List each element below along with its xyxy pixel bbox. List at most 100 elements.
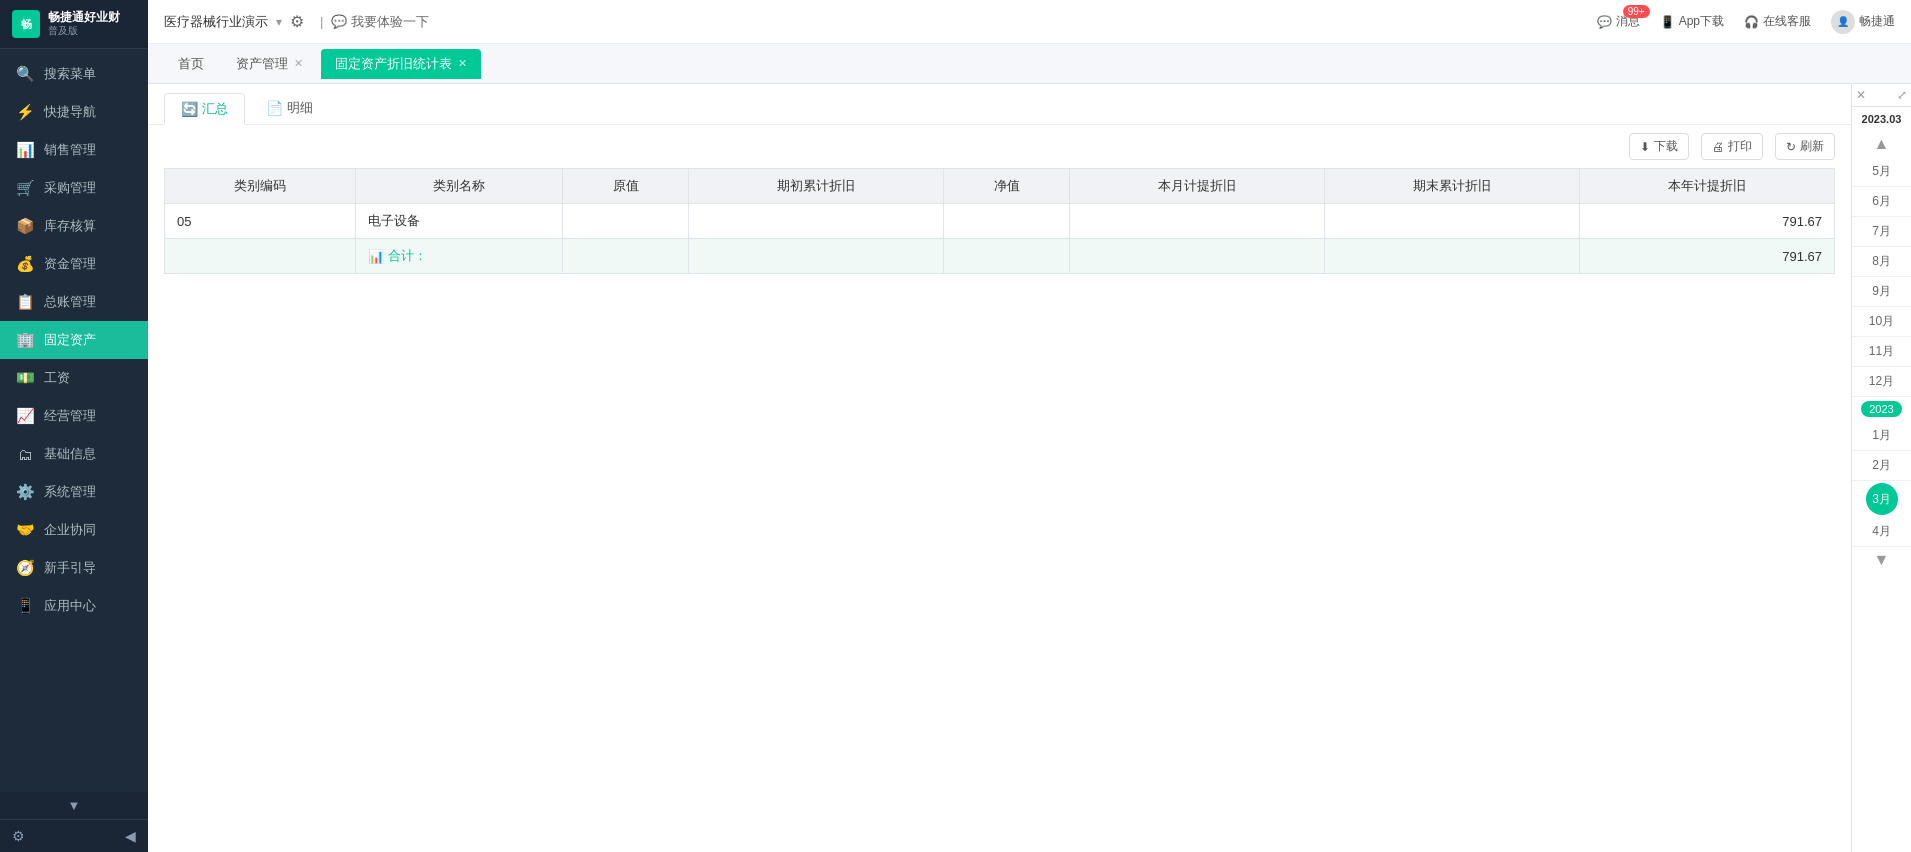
app-download-button[interactable]: 📱 App下载 (1660, 13, 1724, 30)
date-item-7[interactable]: 7月 (1852, 217, 1911, 247)
sidebar-item-quicknav[interactable]: ⚡ 快捷导航 (0, 93, 148, 131)
col-ending-accumulated: 期末累计折旧 (1325, 169, 1580, 204)
inner-content: 🔄 汇总 📄 明细 ⬇ 下载 🖨 打印 ↻ (148, 84, 1911, 852)
sidebar-item-guide[interactable]: 🧭 新手引导 (0, 549, 148, 587)
experience-button[interactable]: 💬 我要体验一下 (331, 13, 429, 31)
quicknav-icon: ⚡ (16, 103, 34, 121)
sidebar-nav: 🔍 搜索菜单 ⚡ 快捷导航 📊 销售管理 🛒 采购管理 📦 库存核算 💰 资金管… (0, 49, 148, 792)
search-icon: 🔍 (16, 65, 34, 83)
sub-tab-summary[interactable]: 🔄 汇总 (164, 93, 245, 125)
sidebar-item-ledger[interactable]: 📋 总账管理 (0, 283, 148, 321)
refresh-button[interactable]: ↻ 刷新 (1775, 133, 1835, 160)
table-header-row: 类别编码 类别名称 原值 期初累计折旧 净值 本月计提折旧 期末累计折旧 本年计… (165, 169, 1835, 204)
table-summary-row: 📊 合计： 791.67 (165, 239, 1835, 274)
tab-asset-mgmt-close[interactable]: ✕ (294, 57, 303, 70)
sidebar-item-label: 搜索菜单 (44, 65, 96, 83)
cell-name: 电子设备 (355, 204, 563, 239)
summary-annual-depreciation: 791.67 (1580, 239, 1835, 274)
operations-icon: 📈 (16, 407, 34, 425)
sidebar-item-basic[interactable]: 🗂 基础信息 (0, 435, 148, 473)
sidebar-item-search[interactable]: 🔍 搜索菜单 (0, 55, 148, 93)
online-service-button[interactable]: 🎧 在线客服 (1744, 13, 1811, 30)
settings-icon[interactable]: ⚙ (12, 828, 25, 844)
sidebar-scroll-down[interactable]: ▼ (0, 792, 148, 819)
fixed-icon: 🏢 (16, 331, 34, 349)
col-monthly-depreciation: 本月计提折旧 (1070, 169, 1325, 204)
download-icon: ⬇ (1640, 140, 1650, 154)
sub-tab-detail[interactable]: 📄 明细 (249, 92, 330, 124)
sidebar-item-sales[interactable]: 📊 销售管理 (0, 131, 148, 169)
inventory-icon: 📦 (16, 217, 34, 235)
topbar: 医疗器械行业演示 ▾ ⚙ | 💬 我要体验一下 💬 消息 99+ 📱 App下载… (148, 0, 1911, 44)
download-button[interactable]: ⬇ 下载 (1629, 133, 1689, 160)
tab-fixed-asset-depreciation[interactable]: 固定资产折旧统计表 ✕ (321, 49, 481, 79)
sidebar-item-label: 快捷导航 (44, 103, 96, 121)
table-wrap: 类别编码 类别名称 原值 期初累计折旧 净值 本月计提折旧 期末累计折旧 本年计… (148, 168, 1851, 852)
funds-icon: 💰 (16, 255, 34, 273)
username: 畅捷通 (1859, 13, 1895, 30)
sidebar-footer: ⚙ ◀ (0, 819, 148, 852)
sidebar-item-inventory[interactable]: 📦 库存核算 (0, 207, 148, 245)
date-item-9[interactable]: 9月 (1852, 277, 1911, 307)
date-item-5[interactable]: 5月 (1852, 157, 1911, 187)
date-item-11[interactable]: 11月 (1852, 337, 1911, 367)
sidebar-item-label: 库存核算 (44, 217, 96, 235)
date-item-1[interactable]: 1月 (1852, 421, 1911, 451)
tab-asset-mgmt[interactable]: 资产管理 ✕ (222, 49, 317, 79)
date-panel-header: 2023.03 (1858, 107, 1906, 131)
print-button[interactable]: 🖨 打印 (1701, 133, 1763, 160)
cell-original-value (563, 204, 689, 239)
date-panel-down[interactable]: ▼ (1870, 547, 1894, 573)
cell-beginning-accumulated (689, 204, 944, 239)
basic-icon: 🗂 (16, 446, 34, 463)
sidebar-header: 畅 畅捷通好业财 普及版 (0, 0, 148, 49)
topbar-settings-icon[interactable]: ⚙ (290, 12, 304, 31)
date-item-10[interactable]: 10月 (1852, 307, 1911, 337)
sidebar-item-operations[interactable]: 📈 经营管理 (0, 397, 148, 435)
avatar: 👤 (1831, 10, 1855, 34)
panel-close-button[interactable]: ✕ (1856, 88, 1866, 102)
summary-label-cell (165, 239, 356, 274)
messages-icon: 💬 (1597, 15, 1612, 29)
sidebar-item-funds[interactable]: 💰 资金管理 (0, 245, 148, 283)
sidebar-item-system[interactable]: ⚙️ 系统管理 (0, 473, 148, 511)
sidebar-item-label: 固定资产 (44, 331, 96, 349)
collapse-icon[interactable]: ◀ (125, 828, 136, 844)
date-item-6[interactable]: 6月 (1852, 187, 1911, 217)
experience-label: 我要体验一下 (351, 13, 429, 31)
date-item-3-active[interactable]: 3月 (1866, 483, 1898, 515)
panel-expand-button[interactable]: ⤢ (1897, 88, 1907, 102)
date-item-2[interactable]: 2月 (1852, 451, 1911, 481)
app-title: 畅捷通好业财 (48, 10, 120, 24)
col-original-value: 原值 (563, 169, 689, 204)
col-code: 类别编码 (165, 169, 356, 204)
date-item-4[interactable]: 4月 (1852, 517, 1911, 547)
tab-fixed-asset-close[interactable]: ✕ (458, 57, 467, 70)
toolbar: ⬇ 下载 🖨 打印 ↻ 刷新 (148, 125, 1851, 168)
summary-beginning-accumulated (689, 239, 944, 274)
date-item-8[interactable]: 8月 (1852, 247, 1911, 277)
messages-button[interactable]: 💬 消息 99+ (1597, 13, 1640, 30)
tab-home-label: 首页 (178, 55, 204, 73)
sidebar-item-apps[interactable]: 📱 应用中心 (0, 587, 148, 625)
summary-label: 📊 合计： (355, 239, 563, 274)
sidebar-item-salary[interactable]: 💵 工资 (0, 359, 148, 397)
print-icon: 🖨 (1712, 140, 1724, 154)
sidebar-item-enterprise[interactable]: 🤝 企业协同 (0, 511, 148, 549)
tabs-bar: 首页 资产管理 ✕ 固定资产折旧统计表 ✕ (148, 44, 1911, 84)
date-panel-up[interactable]: ▲ (1870, 131, 1894, 157)
date-item-12[interactable]: 12月 (1852, 367, 1911, 397)
cell-annual-depreciation: 791.67 (1580, 204, 1835, 239)
sidebar-item-label: 总账管理 (44, 293, 96, 311)
sidebar-item-label: 基础信息 (44, 445, 96, 463)
messages-badge: 99+ (1623, 5, 1650, 18)
tab-home[interactable]: 首页 (164, 49, 218, 79)
sidebar-item-fixed[interactable]: 🏢 固定资产 (0, 321, 148, 359)
sidebar-item-purchase[interactable]: 🛒 采购管理 (0, 169, 148, 207)
depreciation-table: 类别编码 类别名称 原值 期初累计折旧 净值 本月计提折旧 期末累计折旧 本年计… (164, 168, 1835, 274)
company-name: 医疗器械行业演示 (164, 13, 268, 31)
dropdown-icon[interactable]: ▾ (276, 15, 282, 29)
col-annual-depreciation: 本年计提折旧 (1580, 169, 1835, 204)
summary-ending-accumulated (1325, 239, 1580, 274)
user-menu[interactable]: 👤 畅捷通 (1831, 10, 1895, 34)
